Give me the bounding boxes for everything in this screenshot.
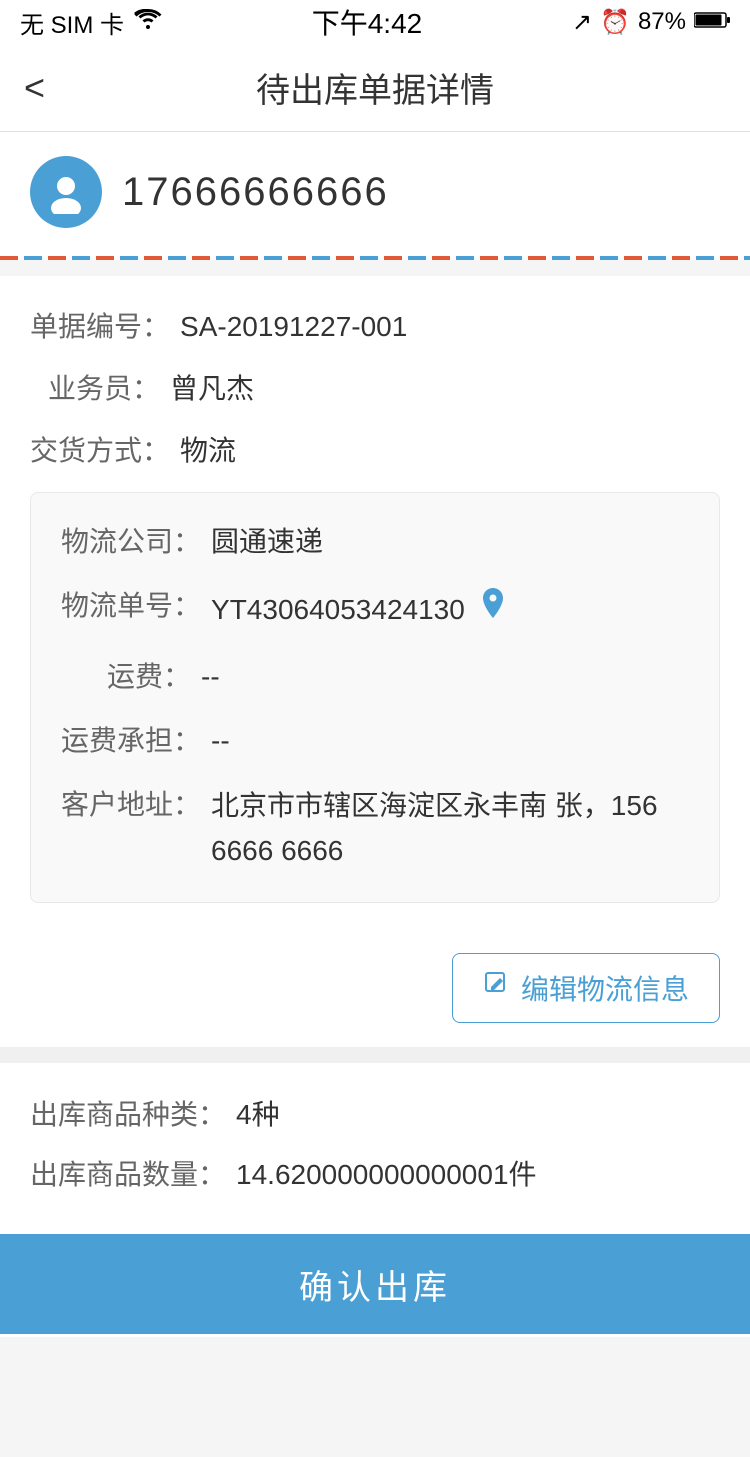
page-title: 待出库单据详情 <box>256 63 494 112</box>
confirm-bar[interactable]: 确认出库 <box>0 1234 750 1334</box>
company-row: 物流公司： 圆通速递 <box>61 521 689 563</box>
status-right: ↗ ⏰ 87% <box>572 8 730 37</box>
back-button[interactable]: < <box>24 67 45 109</box>
company-value: 圆通速递 <box>211 521 689 563</box>
user-avatar <box>30 156 102 228</box>
dashed-divider <box>0 252 750 260</box>
wifi-icon <box>134 8 162 36</box>
product-types-row: 出库商品种类： 4种 <box>30 1093 720 1133</box>
product-quantity-row: 出库商品数量： 14.620000000000001件 <box>30 1153 720 1193</box>
delivery-label: 交货方式： <box>30 430 180 472</box>
salesman-value: 曾凡杰 <box>170 368 720 410</box>
nav-bar: < 待出库单据详情 <box>0 44 750 132</box>
freight-row: 运费： -- <box>61 656 689 698</box>
confirm-button[interactable]: 确认出库 <box>299 1260 451 1309</box>
freight-bear-label: 运费承担： <box>61 720 211 762</box>
tracking-label: 物流单号： <box>61 585 211 627</box>
map-pin-icon[interactable] <box>475 585 511 634</box>
product-types-label: 出库商品种类： <box>30 1093 236 1133</box>
tracking-value: YT43064053424130 <box>211 585 689 634</box>
address-value: 北京市市辖区海淀区永丰南 张，156 6666 6666 <box>211 784 689 874</box>
delivery-value: 物流 <box>180 430 720 472</box>
edit-icon <box>483 970 511 1005</box>
carrier-label: 无 SIM 卡 <box>20 5 124 40</box>
location-status-icon: ↗ <box>572 8 592 37</box>
delivery-row: 交货方式： 物流 <box>30 430 720 472</box>
document-row: 单据编号： SA-20191227-001 <box>30 306 720 348</box>
edit-logistics-label: 编辑物流信息 <box>521 968 689 1008</box>
edit-logistics-section: 编辑物流信息 <box>0 933 750 1047</box>
freight-label: 运费： <box>61 656 201 698</box>
alarm-icon: ⏰ <box>600 8 630 37</box>
salesman-row: 业务员： 曾凡杰 <box>30 368 720 410</box>
battery-icon <box>694 8 730 36</box>
product-quantity-value: 14.620000000000001件 <box>236 1153 720 1193</box>
basic-info-card: 单据编号： SA-20191227-001 业务员： 曾凡杰 交货方式： 物流 … <box>0 276 750 933</box>
logistics-card: 物流公司： 圆通速递 物流单号： YT43064053424130 运费： -- <box>30 492 720 903</box>
freight-bear-value: -- <box>211 720 689 762</box>
section-separator <box>0 1047 750 1063</box>
company-label: 物流公司： <box>61 521 211 563</box>
freight-value: -- <box>201 656 689 698</box>
tracking-row: 物流单号： YT43064053424130 <box>61 585 689 634</box>
salesman-label: 业务员： <box>30 368 170 410</box>
status-left: 无 SIM 卡 <box>20 5 162 40</box>
address-label: 客户地址： <box>61 784 211 826</box>
address-row: 客户地址： 北京市市辖区海淀区永丰南 张，156 6666 6666 <box>61 784 689 874</box>
product-quantity-label: 出库商品数量： <box>30 1153 236 1193</box>
status-time: 下午4:42 <box>312 2 423 42</box>
edit-logistics-button[interactable]: 编辑物流信息 <box>452 953 720 1023</box>
product-card: 出库商品种类： 4种 出库商品数量： 14.620000000000001件 <box>0 1063 750 1223</box>
document-label: 单据编号： <box>30 306 180 348</box>
status-bar: 无 SIM 卡 下午4:42 ↗ ⏰ 87% <box>0 0 750 44</box>
user-section: 17666666666 <box>0 132 750 252</box>
battery-label: 87% <box>638 8 686 36</box>
product-types-value: 4种 <box>236 1093 720 1133</box>
freight-bear-row: 运费承担： -- <box>61 720 689 762</box>
document-value: SA-20191227-001 <box>180 306 720 348</box>
user-phone: 17666666666 <box>122 170 389 215</box>
